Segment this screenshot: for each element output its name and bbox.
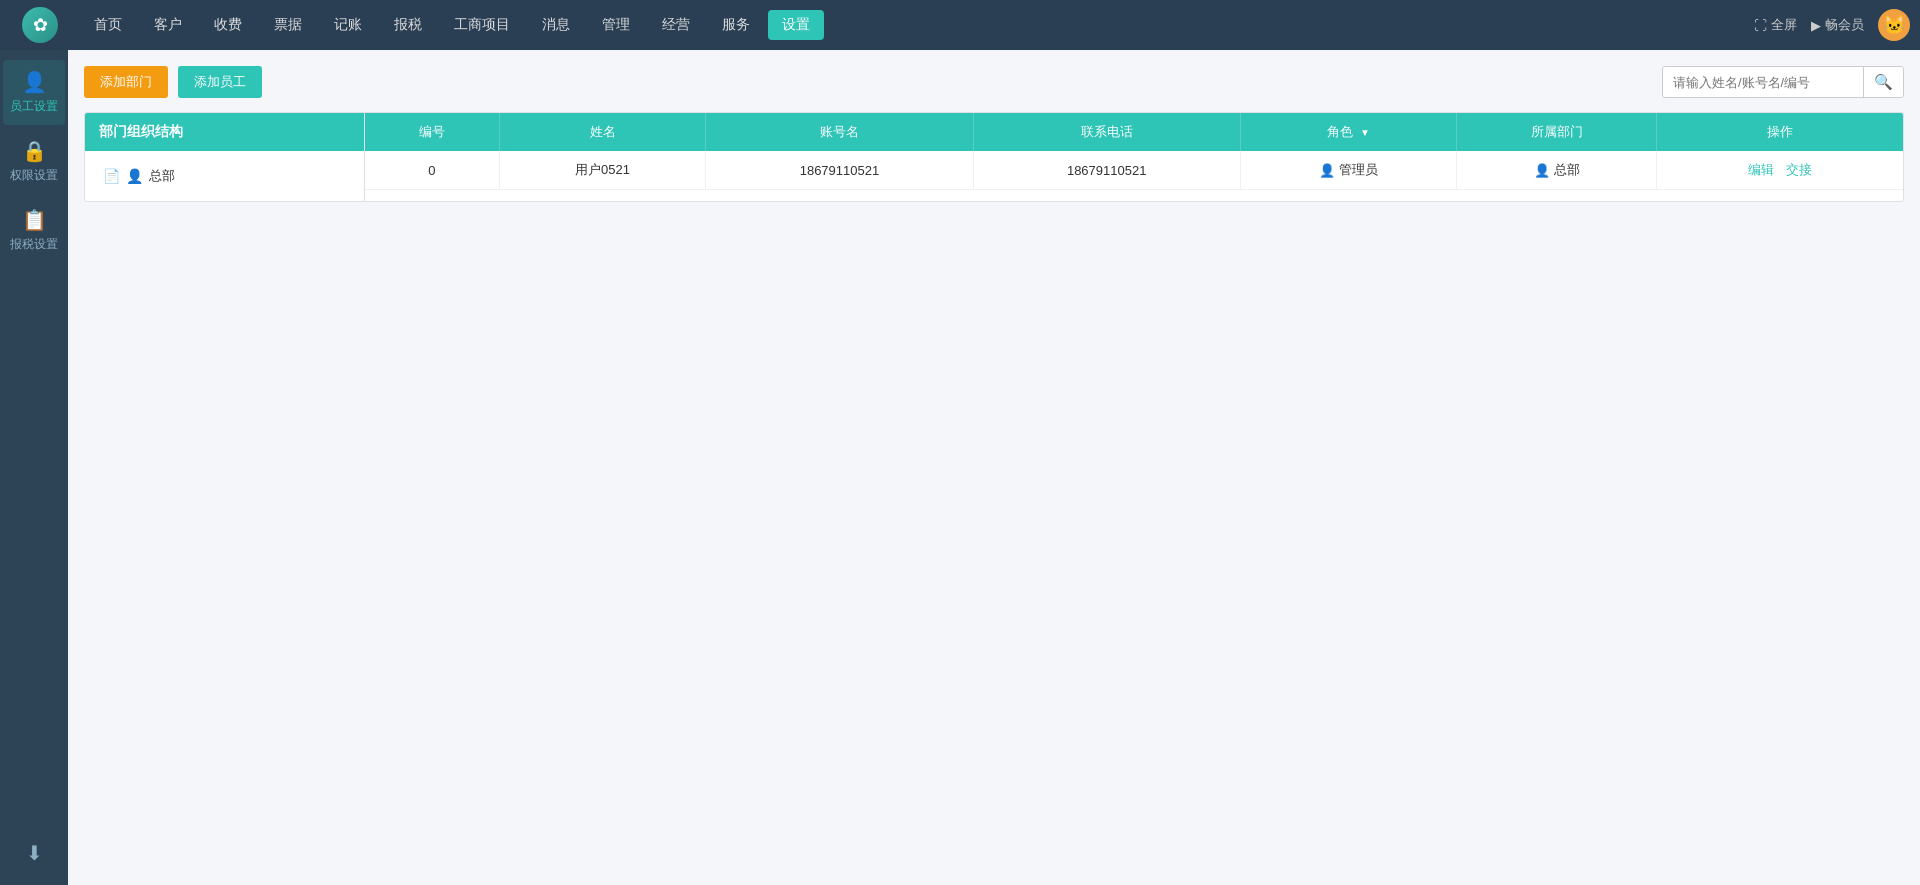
nav-bill[interactable]: 票据 [260,10,316,40]
logo-icon: ✿ [22,7,58,43]
nav-settings[interactable]: 设置 [768,10,824,40]
sidebar-permission-label: 权限设置 [10,167,58,184]
sidebar-tax-label: 报税设置 [10,236,58,253]
col-action: 操作 [1656,113,1903,151]
fullscreen-button[interactable]: ⛶ 全屏 [1754,16,1797,34]
cell-account: 18679110521 [706,151,973,190]
sidebar-item-employee[interactable]: 👤 员工设置 [3,60,65,125]
nav-bookkeeping[interactable]: 记账 [320,10,376,40]
transfer-link[interactable]: 交接 [1786,162,1812,177]
cell-name: 用户0521 [499,151,706,190]
logo: ✿ [10,7,70,43]
employee-table: 编号 姓名 账号名 联系电话 角色 ▼ 所属部门 操作 [365,113,1903,190]
dept-tree-header: 部门组织结构 [85,113,364,151]
cell-id: 0 [365,151,499,190]
dept-user-icon: 👤 [126,168,143,184]
nav-items: 首页 客户 收费 票据 记账 报税 工商项目 消息 管理 经营 服务 设置 [80,10,1754,40]
sidebar-employee-label: 员工设置 [10,98,58,115]
cell-role: 👤 管理员 [1240,151,1457,190]
col-phone: 联系电话 [973,113,1240,151]
file-icon: 📄 [103,168,120,184]
avatar[interactable]: 🐱 [1878,9,1910,41]
nav-service[interactable]: 服务 [708,10,764,40]
role-label: 管理员 [1339,161,1378,179]
dept-tree: 部门组织结构 📄 👤 总部 [85,113,365,201]
layout: 👤 员工设置 🔒 权限设置 📋 报税设置 ⬇ 添加部门 添加员工 🔍 [0,50,1920,885]
dept-user-icon: 👤 [1534,163,1550,178]
nav-operation[interactable]: 经营 [648,10,704,40]
dept-tree-item-root[interactable]: 📄 👤 总部 [95,161,354,191]
nav-client[interactable]: 客户 [140,10,196,40]
table-area: 编号 姓名 账号名 联系电话 角色 ▼ 所属部门 操作 [365,113,1903,201]
col-name: 姓名 [499,113,706,151]
edit-link[interactable]: 编辑 [1748,162,1774,177]
search-input[interactable] [1663,69,1863,96]
nav-business[interactable]: 工商项目 [440,10,524,40]
permission-icon: 🔒 [22,139,47,163]
filter-icon: ▼ [1360,127,1370,138]
nav-charge[interactable]: 收费 [200,10,256,40]
cell-dept: 👤 总部 [1457,151,1656,190]
sidebar-download-button[interactable]: ⬇ [3,831,65,875]
nav-home[interactable]: 首页 [80,10,136,40]
col-role-label: 角色 [1327,124,1353,139]
vip-button[interactable]: ▶ 畅会员 [1811,16,1864,34]
vip-label: 畅会员 [1825,16,1864,34]
table-row: 0 用户0521 18679110521 18679110521 👤 管理员 [365,151,1903,190]
vip-icon: ▶ [1811,18,1821,33]
main: 添加部门 添加员工 🔍 部门组织结构 📄 👤 总部 [68,50,1920,885]
role-user-icon: 👤 [1319,163,1335,178]
nav-right: ⛶ 全屏 ▶ 畅会员 🐱 [1754,9,1910,41]
employee-icon: 👤 [22,70,47,94]
content-area: 部门组织结构 📄 👤 总部 编号 姓名 账号名 [84,112,1904,202]
sidebar: 👤 员工设置 🔒 权限设置 📋 报税设置 ⬇ [0,50,68,885]
dept-root-label: 总部 [149,167,175,185]
cell-action: 编辑 交接 [1656,151,1903,190]
dept-tree-body: 📄 👤 总部 [85,151,364,201]
toolbar: 添加部门 添加员工 🔍 [84,66,1904,98]
search-button[interactable]: 🔍 [1863,67,1903,97]
nav-manage[interactable]: 管理 [588,10,644,40]
top-nav: ✿ 首页 客户 收费 票据 记账 报税 工商项目 消息 管理 经营 服务 设置 … [0,0,1920,50]
nav-tax[interactable]: 报税 [380,10,436,40]
download-icon: ⬇ [26,841,43,865]
tax-setting-icon: 📋 [22,208,47,232]
table-header-row: 编号 姓名 账号名 联系电话 角色 ▼ 所属部门 操作 [365,113,1903,151]
col-id: 编号 [365,113,499,151]
search-box: 🔍 [1662,66,1904,98]
fullscreen-icon: ⛶ [1754,18,1767,33]
dept-badge: 👤 总部 [1534,161,1580,179]
cell-phone: 18679110521 [973,151,1240,190]
role-badge: 👤 管理员 [1319,161,1378,179]
dept-label: 总部 [1554,161,1580,179]
add-dept-button[interactable]: 添加部门 [84,66,168,98]
add-employee-button[interactable]: 添加员工 [178,66,262,98]
sidebar-item-permission[interactable]: 🔒 权限设置 [3,129,65,194]
fullscreen-label: 全屏 [1771,16,1797,34]
col-role[interactable]: 角色 ▼ [1240,113,1457,151]
col-dept: 所属部门 [1457,113,1656,151]
nav-message[interactable]: 消息 [528,10,584,40]
sidebar-item-tax-setting[interactable]: 📋 报税设置 [3,198,65,263]
col-account: 账号名 [706,113,973,151]
